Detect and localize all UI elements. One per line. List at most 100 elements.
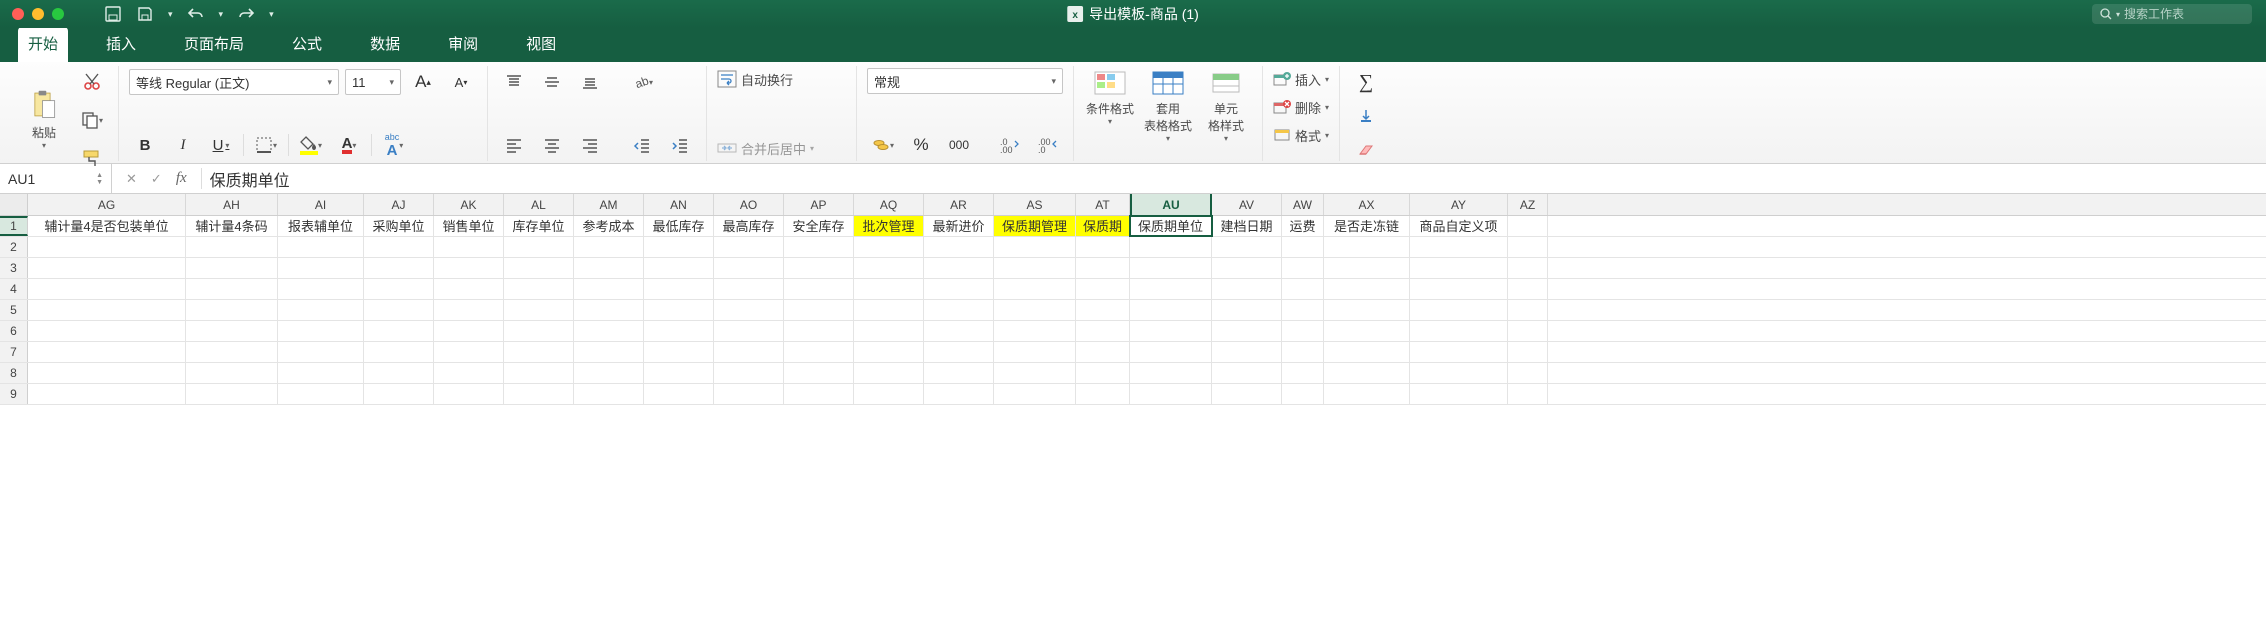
undo-caret[interactable]: ▾: [219, 9, 224, 20]
cell-AM6[interactable]: [574, 321, 644, 341]
cell-AQ6[interactable]: [854, 321, 924, 341]
cell-AW2[interactable]: [1282, 237, 1324, 257]
cell-AS6[interactable]: [994, 321, 1076, 341]
cell-AM4[interactable]: [574, 279, 644, 299]
increase-font-icon[interactable]: A▴: [407, 68, 439, 96]
cell-AR7[interactable]: [924, 342, 994, 362]
cell-AG8[interactable]: [28, 363, 186, 383]
col-header-AM[interactable]: AM: [574, 194, 644, 215]
minimize-window[interactable]: [32, 8, 44, 20]
cell-AN7[interactable]: [644, 342, 714, 362]
align-right-icon[interactable]: [574, 131, 606, 159]
cell-AK2[interactable]: [434, 237, 504, 257]
cell-AZ2[interactable]: [1508, 237, 1548, 257]
cell-AN2[interactable]: [644, 237, 714, 257]
cell-AO3[interactable]: [714, 258, 784, 278]
tab-review[interactable]: 审阅: [438, 27, 488, 62]
tab-insert[interactable]: 插入: [96, 27, 146, 62]
cut-icon[interactable]: [76, 68, 108, 96]
cell-AH1[interactable]: 辅计量4条码: [186, 216, 278, 236]
cell-AS5[interactable]: [994, 300, 1076, 320]
cell-AT9[interactable]: [1076, 384, 1130, 404]
cell-AH4[interactable]: [186, 279, 278, 299]
border-button[interactable]: ▾: [250, 131, 282, 159]
format-cells-button[interactable]: 格式▾: [1273, 124, 1329, 146]
cell-AP1[interactable]: 安全库存: [784, 216, 854, 236]
cell-AN4[interactable]: [644, 279, 714, 299]
cell-AM3[interactable]: [574, 258, 644, 278]
cell-AL7[interactable]: [504, 342, 574, 362]
cell-AG4[interactable]: [28, 279, 186, 299]
cell-AO5[interactable]: [714, 300, 784, 320]
cell-AM8[interactable]: [574, 363, 644, 383]
cell-AT2[interactable]: [1076, 237, 1130, 257]
cell-AN9[interactable]: [644, 384, 714, 404]
cell-AW6[interactable]: [1282, 321, 1324, 341]
cell-AY6[interactable]: [1410, 321, 1508, 341]
cell-AL5[interactable]: [504, 300, 574, 320]
cell-AW4[interactable]: [1282, 279, 1324, 299]
cell-AM1[interactable]: 参考成本: [574, 216, 644, 236]
cell-AK5[interactable]: [434, 300, 504, 320]
fx-icon[interactable]: fx: [176, 170, 187, 187]
cell-AR2[interactable]: [924, 237, 994, 257]
cell-AI4[interactable]: [278, 279, 364, 299]
cell-AR8[interactable]: [924, 363, 994, 383]
col-header-AX[interactable]: AX: [1324, 194, 1410, 215]
cell-AX8[interactable]: [1324, 363, 1410, 383]
cancel-formula-icon[interactable]: ✕: [126, 171, 137, 187]
cell-AH8[interactable]: [186, 363, 278, 383]
cell-AT6[interactable]: [1076, 321, 1130, 341]
delete-cells-button[interactable]: 删除▾: [1273, 96, 1329, 118]
cell-AY7[interactable]: [1410, 342, 1508, 362]
cell-AQ2[interactable]: [854, 237, 924, 257]
cell-AH3[interactable]: [186, 258, 278, 278]
cell-AZ3[interactable]: [1508, 258, 1548, 278]
cell-AU5[interactable]: [1130, 300, 1212, 320]
cell-AG3[interactable]: [28, 258, 186, 278]
align-top-icon[interactable]: [498, 68, 530, 96]
cell-AO1[interactable]: 最高库存: [714, 216, 784, 236]
autosave-icon[interactable]: [104, 5, 122, 23]
cell-AQ4[interactable]: [854, 279, 924, 299]
cell-AU8[interactable]: [1130, 363, 1212, 383]
cell-AL3[interactable]: [504, 258, 574, 278]
cell-AS8[interactable]: [994, 363, 1076, 383]
cell-AJ9[interactable]: [364, 384, 434, 404]
cell-AP8[interactable]: [784, 363, 854, 383]
cell-AM5[interactable]: [574, 300, 644, 320]
search-input[interactable]: [2124, 7, 2244, 21]
cell-AI6[interactable]: [278, 321, 364, 341]
cell-AO9[interactable]: [714, 384, 784, 404]
cell-AZ9[interactable]: [1508, 384, 1548, 404]
cell-AW5[interactable]: [1282, 300, 1324, 320]
cell-AH7[interactable]: [186, 342, 278, 362]
cell-AV9[interactable]: [1212, 384, 1282, 404]
col-header-AL[interactable]: AL: [504, 194, 574, 215]
cell-AN5[interactable]: [644, 300, 714, 320]
clear-icon[interactable]: [1350, 136, 1382, 164]
redo-icon[interactable]: [237, 5, 255, 23]
font-size-combo[interactable]: 11▾: [345, 69, 401, 95]
cell-AP6[interactable]: [784, 321, 854, 341]
comma-icon[interactable]: 000: [943, 131, 975, 159]
cell-AO7[interactable]: [714, 342, 784, 362]
qat-customize[interactable]: ▾: [269, 9, 274, 20]
cell-AI1[interactable]: 报表辅单位: [278, 216, 364, 236]
formula-input[interactable]: 保质期单位: [202, 167, 2266, 191]
cell-AR9[interactable]: [924, 384, 994, 404]
cell-AJ2[interactable]: [364, 237, 434, 257]
cell-AP9[interactable]: [784, 384, 854, 404]
cell-AT5[interactable]: [1076, 300, 1130, 320]
bold-button[interactable]: B: [129, 131, 161, 159]
cell-AV6[interactable]: [1212, 321, 1282, 341]
cell-AU4[interactable]: [1130, 279, 1212, 299]
cell-AY3[interactable]: [1410, 258, 1508, 278]
col-header-AO[interactable]: AO: [714, 194, 784, 215]
cell-AI2[interactable]: [278, 237, 364, 257]
cell-AW3[interactable]: [1282, 258, 1324, 278]
cell-AR6[interactable]: [924, 321, 994, 341]
cell-AI9[interactable]: [278, 384, 364, 404]
phonetic-button[interactable]: abcA▾: [378, 131, 410, 159]
col-header-AR[interactable]: AR: [924, 194, 994, 215]
